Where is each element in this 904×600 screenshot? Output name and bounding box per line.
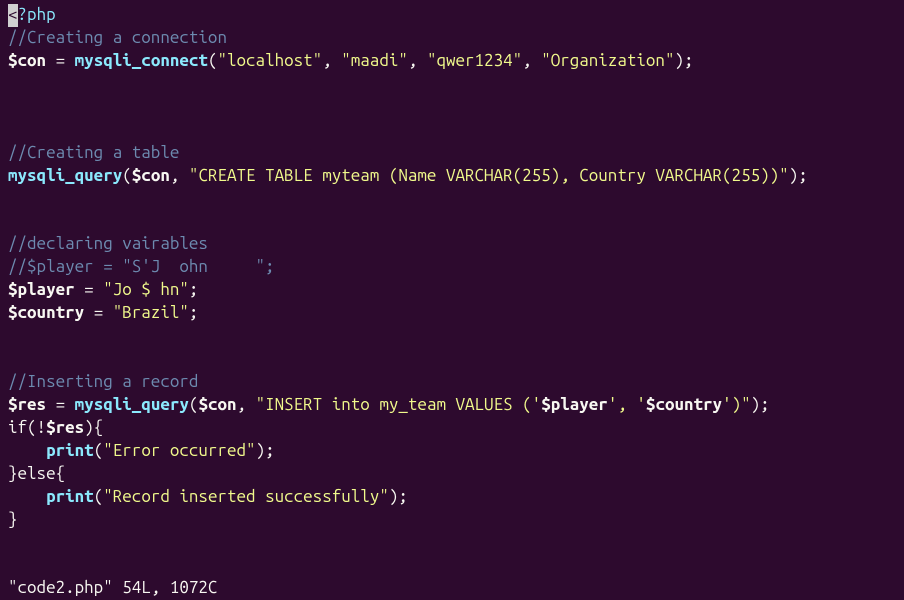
indent (8, 487, 46, 506)
vim-status-line: "code2.php" 54L, 1072C (0, 577, 904, 600)
blank-line (8, 325, 904, 348)
operator: = (84, 303, 113, 322)
blank-line (8, 210, 904, 233)
code-line: //Inserting a record (8, 371, 904, 394)
paren: ); (674, 51, 693, 70)
string: "Organization" (541, 51, 674, 70)
string: "Error occurred" (103, 441, 255, 460)
paren: ( (94, 487, 104, 506)
blank-line (8, 119, 904, 142)
keyword: if(! (8, 418, 46, 437)
paren: ( (94, 441, 104, 460)
string: "qwer1234" (427, 51, 522, 70)
comma: , (322, 51, 341, 70)
code-line: //Creating a table (8, 142, 904, 165)
paren: ); (751, 395, 770, 414)
code-line: $res = mysqli_query($con, "INSERT into m… (8, 394, 904, 417)
function-call: print (46, 441, 94, 460)
code-line: mysqli_query($con, "CREATE TABLE myteam … (8, 165, 904, 188)
code-line: } (8, 509, 904, 532)
comma: , (522, 51, 541, 70)
string: "Brazil" (113, 303, 189, 322)
comment: //Inserting a record (8, 372, 198, 391)
string: ')" (722, 395, 751, 414)
code-line: <?php (8, 4, 904, 27)
comment: //declaring vairables (8, 234, 208, 253)
semicolon: ; (189, 303, 199, 322)
operator: = (75, 280, 104, 299)
blank-line (8, 348, 904, 371)
function-call: mysqli_query (75, 395, 189, 414)
variable: $con (198, 395, 236, 414)
string: ', ' (608, 395, 646, 414)
paren: ( (122, 166, 132, 185)
comma: , (170, 166, 189, 185)
blank-line (8, 73, 904, 96)
comma: , (408, 51, 427, 70)
function-call: print (46, 487, 94, 506)
semicolon: ; (189, 280, 199, 299)
variable: $player (8, 280, 75, 299)
code-line: //declaring vairables (8, 233, 904, 256)
string: "CREATE TABLE myteam (Name VARCHAR(255),… (189, 166, 789, 185)
code-line: print("Record inserted successfully"); (8, 486, 904, 509)
string: "maadi" (341, 51, 408, 70)
string: "Record inserted successfully" (103, 487, 389, 506)
blank-line (8, 532, 904, 555)
variable: $con (132, 166, 170, 185)
operator: = (46, 395, 75, 414)
code-line: //Creating a connection (8, 27, 904, 50)
comma: , (237, 395, 256, 414)
variable: $res (8, 395, 46, 414)
string: "INSERT into my_team VALUES (' (256, 395, 542, 414)
blank-line (8, 188, 904, 211)
variable: $con (8, 51, 46, 70)
code-line: $country = "Brazil"; (8, 302, 904, 325)
operator: = (46, 51, 75, 70)
paren: ); (256, 441, 275, 460)
string-interpolation: $country (646, 395, 722, 414)
function-call: mysqli_query (8, 166, 122, 185)
function-call: mysqli_connect (75, 51, 208, 70)
comment: //Creating a table (8, 143, 179, 162)
comment: //Creating a connection (8, 28, 227, 47)
brace: } (8, 510, 18, 529)
variable: $res (46, 418, 84, 437)
paren: ( (189, 395, 199, 414)
code-editor[interactable]: <?php //Creating a connection $con = mys… (0, 4, 904, 577)
string-interpolation: $player (541, 395, 608, 414)
code-line: }else{ (8, 463, 904, 486)
string: "Jo $ hn" (103, 280, 189, 299)
code-line: $con = mysqli_connect("localhost", "maad… (8, 50, 904, 73)
php-open-tag: ?php (18, 5, 56, 24)
code-line: //$player = "S'J ohn "; (8, 256, 904, 279)
variable: $country (8, 303, 84, 322)
code-line: if(!$res){ (8, 417, 904, 440)
code-line: print("Error occurred"); (8, 440, 904, 463)
brace: ){ (84, 418, 103, 437)
paren: ); (789, 166, 808, 185)
cursor: < (8, 4, 18, 27)
paren: ); (389, 487, 408, 506)
comment: //$player = "S'J ohn "; (8, 257, 275, 276)
indent (8, 441, 46, 460)
string: "localhost" (217, 51, 322, 70)
blank-line (8, 555, 904, 578)
blank-line (8, 96, 904, 119)
keyword: }else{ (8, 464, 65, 483)
code-line: $player = "Jo $ hn"; (8, 279, 904, 302)
